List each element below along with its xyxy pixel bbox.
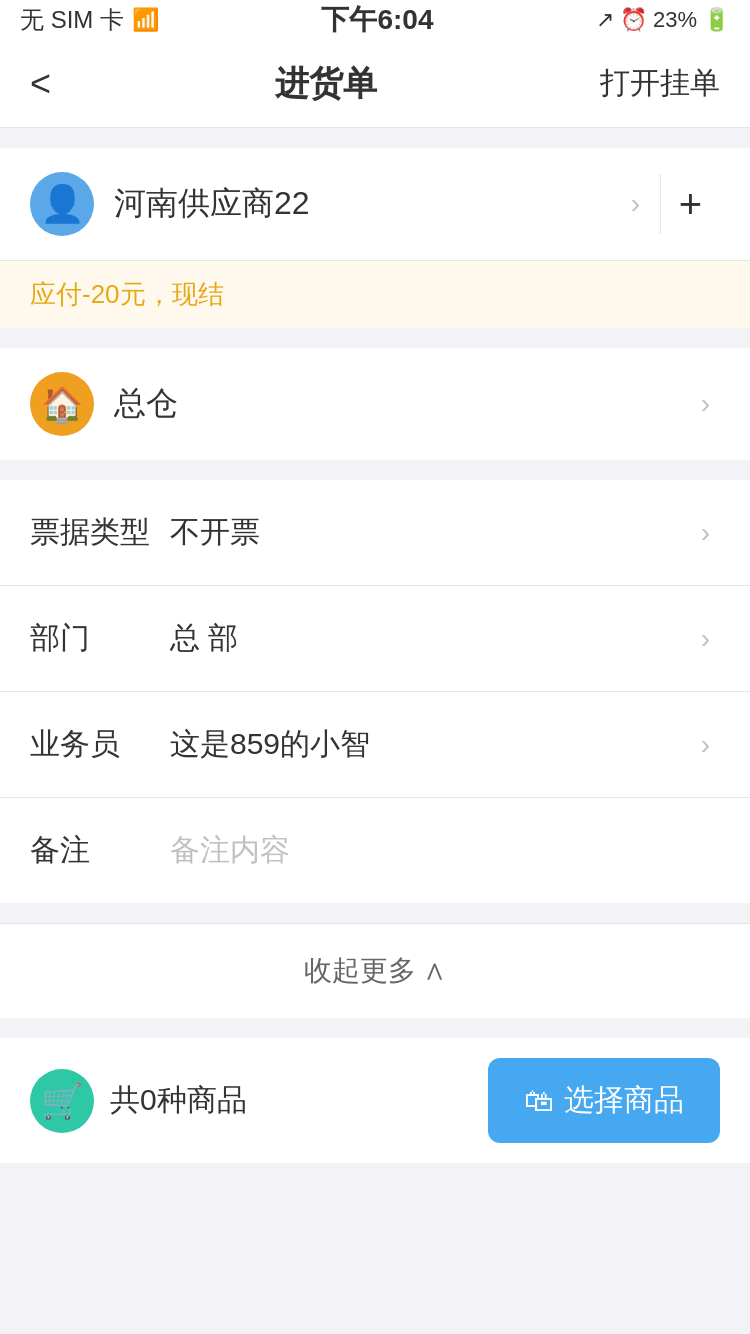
sim-status: 无 SIM 卡 — [20, 4, 124, 36]
dept-label: 部门 — [30, 618, 170, 659]
product-count-wrap: 🛒 共0种商品 — [30, 1069, 247, 1133]
remark-label: 备注 — [30, 830, 170, 871]
status-time: 下午6:04 — [321, 1, 433, 39]
dept-row[interactable]: 部门 总 部 › — [0, 586, 750, 692]
battery-icon: 🔋 — [703, 7, 730, 33]
notice-bar: 应付-20元，现结 — [0, 261, 750, 328]
status-bar: 无 SIM 卡 📶 下午6:04 ↗ ⏰ 23% 🔋 — [0, 0, 750, 40]
supplier-card: 👤 河南供应商22 › + 应付-20元，现结 — [0, 148, 750, 328]
salesperson-label: 业务员 — [30, 724, 170, 765]
battery-text: 23% — [653, 7, 697, 33]
alarm-icon: ⏰ — [620, 7, 647, 33]
invoice-label: 票据类型 — [30, 512, 170, 553]
warehouse-card: 🏠 总仓 › — [0, 348, 750, 460]
salesperson-row[interactable]: 业务员 这是859的小智 › — [0, 692, 750, 798]
salesperson-chevron-icon: › — [701, 729, 710, 761]
back-button[interactable]: < — [30, 63, 51, 105]
footer-area — [0, 1163, 750, 1334]
remark-input[interactable]: 备注内容 — [170, 830, 720, 871]
supplier-name: 河南供应商22 — [114, 182, 631, 226]
dept-value: 总 部 — [170, 618, 701, 659]
remark-row[interactable]: 备注 备注内容 — [0, 798, 750, 903]
warehouse-chevron-icon: › — [701, 388, 710, 420]
add-supplier-button[interactable]: + — [660, 174, 720, 234]
product-bag-icon: 🛒 — [41, 1081, 83, 1121]
dept-chevron-icon: › — [701, 623, 710, 655]
section-gap-1 — [0, 128, 750, 148]
warehouse-row[interactable]: 🏠 总仓 › — [0, 348, 750, 460]
warehouse-icon: 🏠 — [41, 384, 83, 424]
select-product-button[interactable]: 🛍 选择商品 — [488, 1058, 720, 1143]
warehouse-name: 总仓 — [114, 382, 701, 426]
supplier-row[interactable]: 👤 河南供应商22 › + — [0, 148, 750, 261]
invoice-value: 不开票 — [170, 512, 701, 553]
collapse-text: 收起更多 ∧ — [304, 952, 447, 990]
nav-bar: < 进货单 打开挂单 — [0, 40, 750, 128]
supplier-chevron-icon: › — [631, 188, 640, 220]
status-left: 无 SIM 卡 📶 — [20, 4, 159, 36]
status-right: ↗ ⏰ 23% 🔋 — [596, 7, 730, 33]
form-section: 票据类型 不开票 › 部门 总 部 › 业务员 这是859的小智 › 备注 备注… — [0, 480, 750, 903]
bottom-bar: 🛒 共0种商品 🛍 选择商品 — [0, 1038, 750, 1163]
select-product-label: 选择商品 — [564, 1080, 684, 1121]
notice-text: 应付-20元，现结 — [30, 279, 224, 309]
salesperson-value: 这是859的小智 — [170, 724, 701, 765]
section-gap-2 — [0, 328, 750, 348]
open-pending-button[interactable]: 打开挂单 — [600, 63, 720, 104]
invoice-chevron-icon: › — [701, 517, 710, 549]
select-product-icon: 🛍 — [524, 1084, 554, 1118]
collapse-row[interactable]: 收起更多 ∧ — [0, 923, 750, 1018]
invoice-type-row[interactable]: 票据类型 不开票 › — [0, 480, 750, 586]
supplier-avatar: 👤 — [30, 172, 94, 236]
wifi-icon: 📶 — [132, 7, 159, 33]
product-icon-wrap: 🛒 — [30, 1069, 94, 1133]
warehouse-icon-wrap: 🏠 — [30, 372, 94, 436]
person-icon: 👤 — [40, 183, 85, 225]
location-icon: ↗ — [596, 7, 614, 33]
product-count-text: 共0种商品 — [110, 1080, 247, 1121]
page-title: 进货单 — [275, 61, 377, 107]
